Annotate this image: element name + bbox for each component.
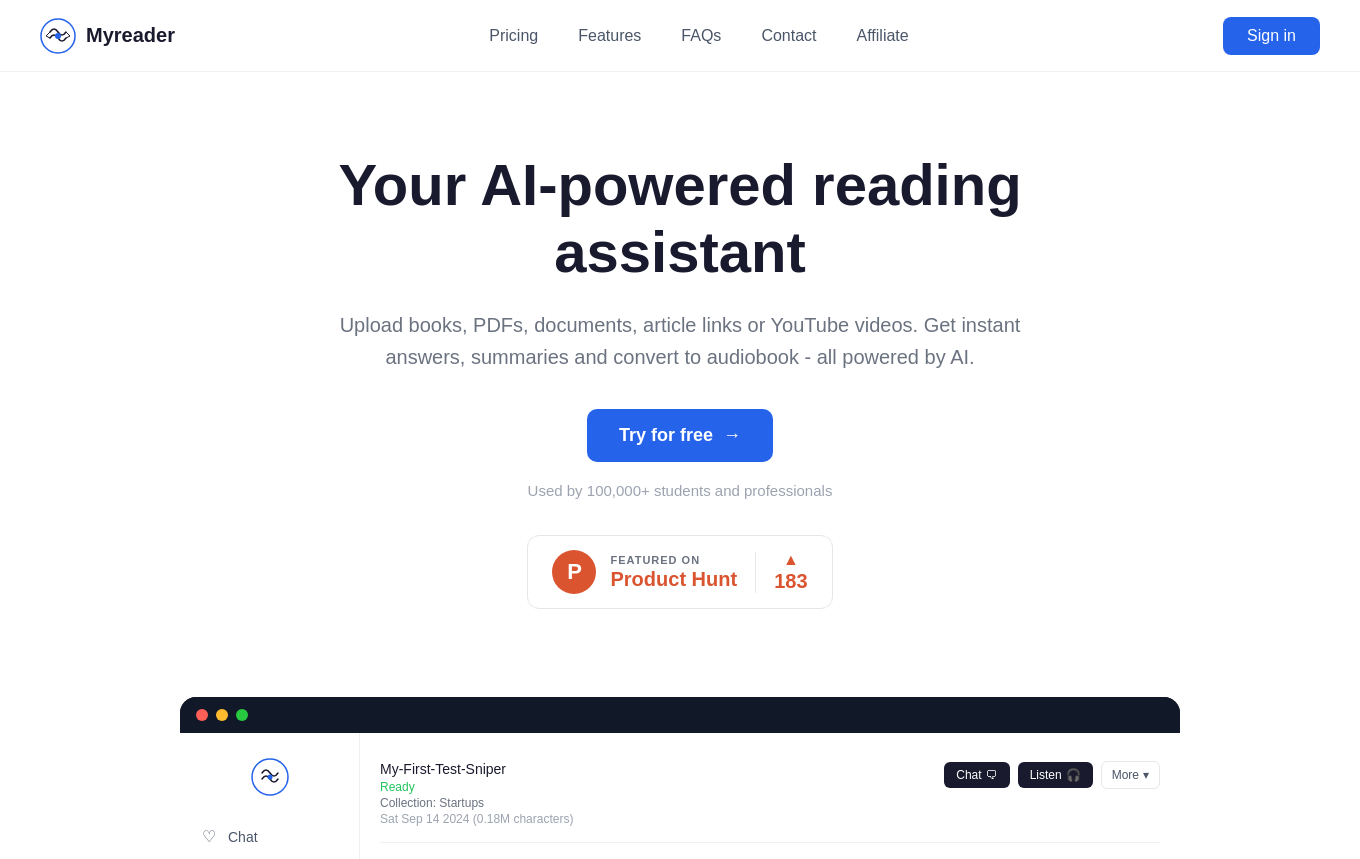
doc-info-1: My-First-Test-Sniper Ready Collection: S… [380,761,944,826]
try-free-button[interactable]: Try for free → [587,409,773,462]
ph-vote-count: 183 [774,570,807,593]
doc-title-1: My-First-Test-Sniper [380,761,880,777]
logo[interactable]: Myreader [40,18,175,54]
hero-section: Your AI-powered reading assistant Upload… [0,72,1360,697]
logo-text: Myreader [86,24,175,47]
product-hunt-text-area: FEATURED ON Product Hunt [610,554,737,591]
sidebar-logo [180,749,359,817]
sidebar-item-chat[interactable]: ♡ Chat [180,817,359,856]
listen-button-1[interactable]: Listen 🎧 [1018,762,1093,788]
upvote-icon: ▲ [783,552,799,568]
app-topbar [180,697,1180,733]
chat-icon-btn: 🗨 [986,768,998,782]
minimize-dot [216,709,228,721]
hero-subtitle: Upload books, PDFs, documents, article l… [330,309,1030,373]
chat-button-1[interactable]: Chat 🗨 [944,762,1009,788]
sidebar-logo-icon [250,757,290,797]
navbar: Myreader Pricing Features FAQs Contact A… [0,0,1360,72]
product-hunt-badge[interactable]: P FEATURED ON Product Hunt ▲ 183 [527,535,832,609]
nav-links: Pricing Features FAQs Contact Affiliate [489,27,908,45]
table-row: My-First-Test-Sniper Ready Collection: S… [380,745,1160,843]
product-hunt-icon: P [552,550,596,594]
app-sidebar: ♡ Chat ↑ Upload ☰ Library 🔖 History [180,733,360,859]
doc-collection-1: Collection: Startups [380,796,944,810]
arrow-icon: → [723,425,741,446]
ph-votes-area: ▲ 183 [755,552,807,593]
app-preview-wrapper: ♡ Chat ↑ Upload ☰ Library 🔖 History [0,697,1360,859]
close-dot [196,709,208,721]
document-list: My-First-Test-Sniper Ready Collection: S… [360,733,1180,859]
used-by-text: Used by 100,000+ students and profession… [528,482,833,499]
ph-name: Product Hunt [610,568,737,591]
chevron-down-icon: ▾ [1143,768,1149,782]
doc-status-1: Ready [380,780,944,794]
ph-featured-label: FEATURED ON [610,554,700,566]
nav-faqs[interactable]: FAQs [681,27,721,45]
chat-icon: ♡ [200,827,218,846]
logo-icon [40,18,76,54]
more-button-1[interactable]: More ▾ [1101,761,1160,789]
nav-pricing[interactable]: Pricing [489,27,538,45]
doc-actions-1: Chat 🗨 Listen 🎧 More ▾ [944,761,1160,789]
doc-date-1: Sat Sep 14 2024 (0.18M characters) [380,812,944,826]
table-row: Linears_unconventional_approach_to_build… [380,843,1160,859]
app-content: ♡ Chat ↑ Upload ☰ Library 🔖 History [180,733,1180,859]
svg-point-3 [267,775,272,780]
nav-affiliate[interactable]: Affiliate [857,27,909,45]
listen-icon-btn: 🎧 [1066,768,1081,782]
nav-features[interactable]: Features [578,27,641,45]
maximize-dot [236,709,248,721]
signin-button[interactable]: Sign in [1223,17,1320,55]
nav-contact[interactable]: Contact [761,27,816,45]
svg-point-1 [55,33,61,39]
app-preview: ♡ Chat ↑ Upload ☰ Library 🔖 History [180,697,1180,859]
hero-title: Your AI-powered reading assistant [280,152,1080,285]
